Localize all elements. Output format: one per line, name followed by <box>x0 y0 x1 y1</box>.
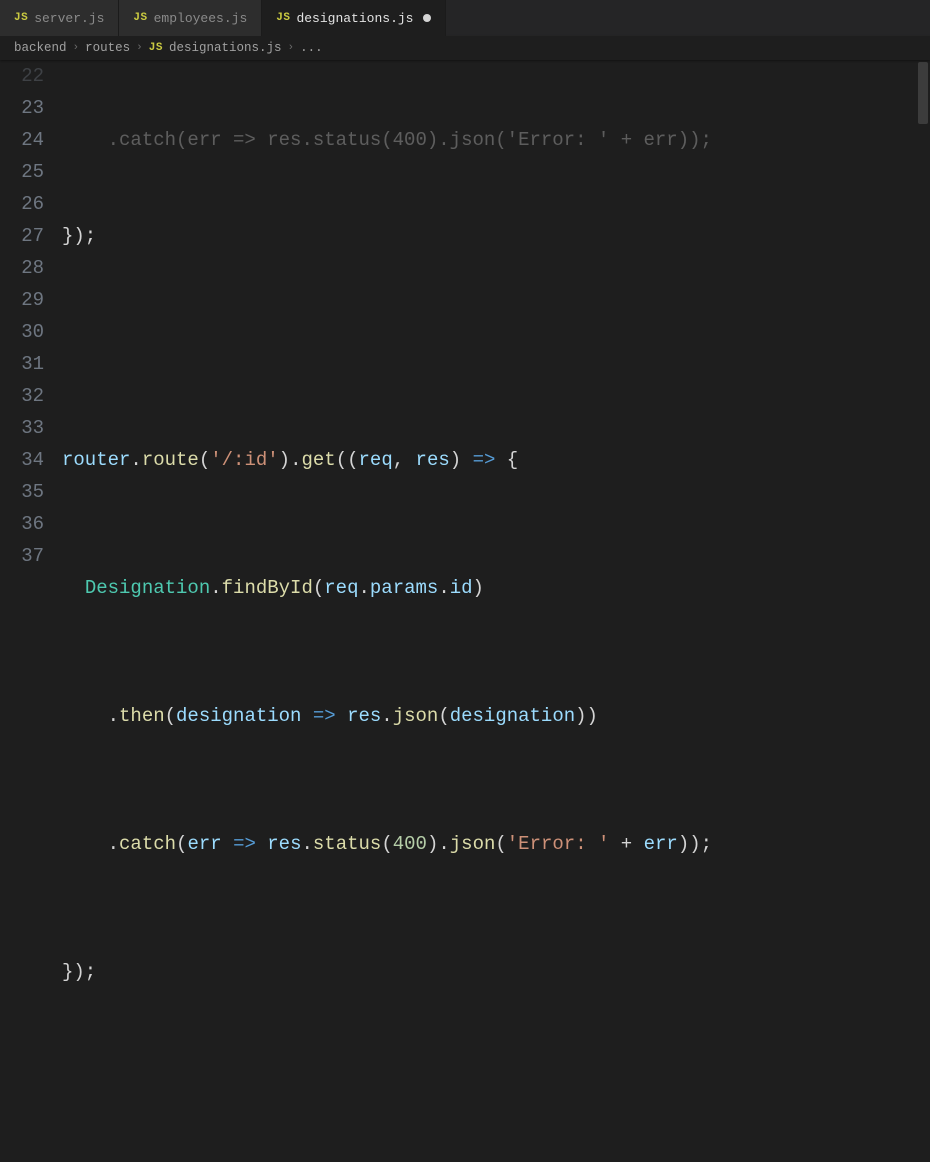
js-icon: JS <box>276 12 290 24</box>
code-line[interactable]: Designation.findById(req.params.id) <box>62 572 712 604</box>
code-line[interactable]: }); <box>62 956 712 988</box>
breadcrumb-seg[interactable]: ... <box>300 41 323 55</box>
code-line[interactable] <box>62 1052 712 1084</box>
code-line[interactable]: }); <box>62 220 712 252</box>
code-line[interactable] <box>62 316 712 348</box>
tab-server-js[interactable]: JS server.js <box>0 0 119 36</box>
tab-label: designations.js <box>296 11 413 26</box>
breadcrumb-seg[interactable]: routes <box>85 41 130 55</box>
line-gutter: 22 23 24 25 26 27 28 29 30 31 32 33 34 3… <box>0 60 62 1162</box>
line-number: 36 <box>0 508 44 540</box>
js-icon: JS <box>149 42 163 54</box>
code-line[interactable]: .catch(err => res.status(400).json('Erro… <box>62 124 712 156</box>
line-number: 37 <box>0 540 44 572</box>
line-number: 33 <box>0 412 44 444</box>
breadcrumb-seg[interactable]: backend <box>14 41 67 55</box>
code-line[interactable]: .then(designation => res.json(designatio… <box>62 700 712 732</box>
line-number: 22 <box>0 60 44 92</box>
unsaved-indicator-icon <box>423 14 431 22</box>
chevron-right-icon: › <box>136 42 143 54</box>
line-number: 35 <box>0 476 44 508</box>
scrollbar-thumb[interactable] <box>918 62 928 124</box>
tab-label: server.js <box>34 11 104 26</box>
line-number: 24 <box>0 124 44 156</box>
line-number: 32 <box>0 380 44 412</box>
line-number: 30 <box>0 316 44 348</box>
tabs-bar: JS server.js JS employees.js JS designat… <box>0 0 930 36</box>
line-number: 28 <box>0 252 44 284</box>
line-number: 26 <box>0 188 44 220</box>
code-line[interactable]: router.route('/:id').get((req, res) => { <box>62 444 712 476</box>
line-number: 23 <box>0 92 44 124</box>
chevron-right-icon: › <box>287 42 294 54</box>
line-number: 27 <box>0 220 44 252</box>
code-line[interactable]: .catch(err => res.status(400).json('Erro… <box>62 828 712 860</box>
chevron-right-icon: › <box>73 42 80 54</box>
tab-employees-js[interactable]: JS employees.js <box>119 0 262 36</box>
line-number: 29 <box>0 284 44 316</box>
line-number: 25 <box>0 156 44 188</box>
line-number: 31 <box>0 348 44 380</box>
tab-designations-js[interactable]: JS designations.js <box>262 0 446 36</box>
line-number: 34 <box>0 444 44 476</box>
code-editor[interactable]: 22 23 24 25 26 27 28 29 30 31 32 33 34 3… <box>0 60 930 1162</box>
tab-label: employees.js <box>154 11 248 26</box>
js-icon: JS <box>133 12 147 24</box>
js-icon: JS <box>14 12 28 24</box>
breadcrumb: backend › routes › JS designations.js › … <box>0 36 930 60</box>
code-line[interactable] <box>62 1148 712 1162</box>
breadcrumb-seg[interactable]: designations.js <box>169 41 282 55</box>
code-content[interactable]: .catch(err => res.status(400).json('Erro… <box>62 60 712 1162</box>
